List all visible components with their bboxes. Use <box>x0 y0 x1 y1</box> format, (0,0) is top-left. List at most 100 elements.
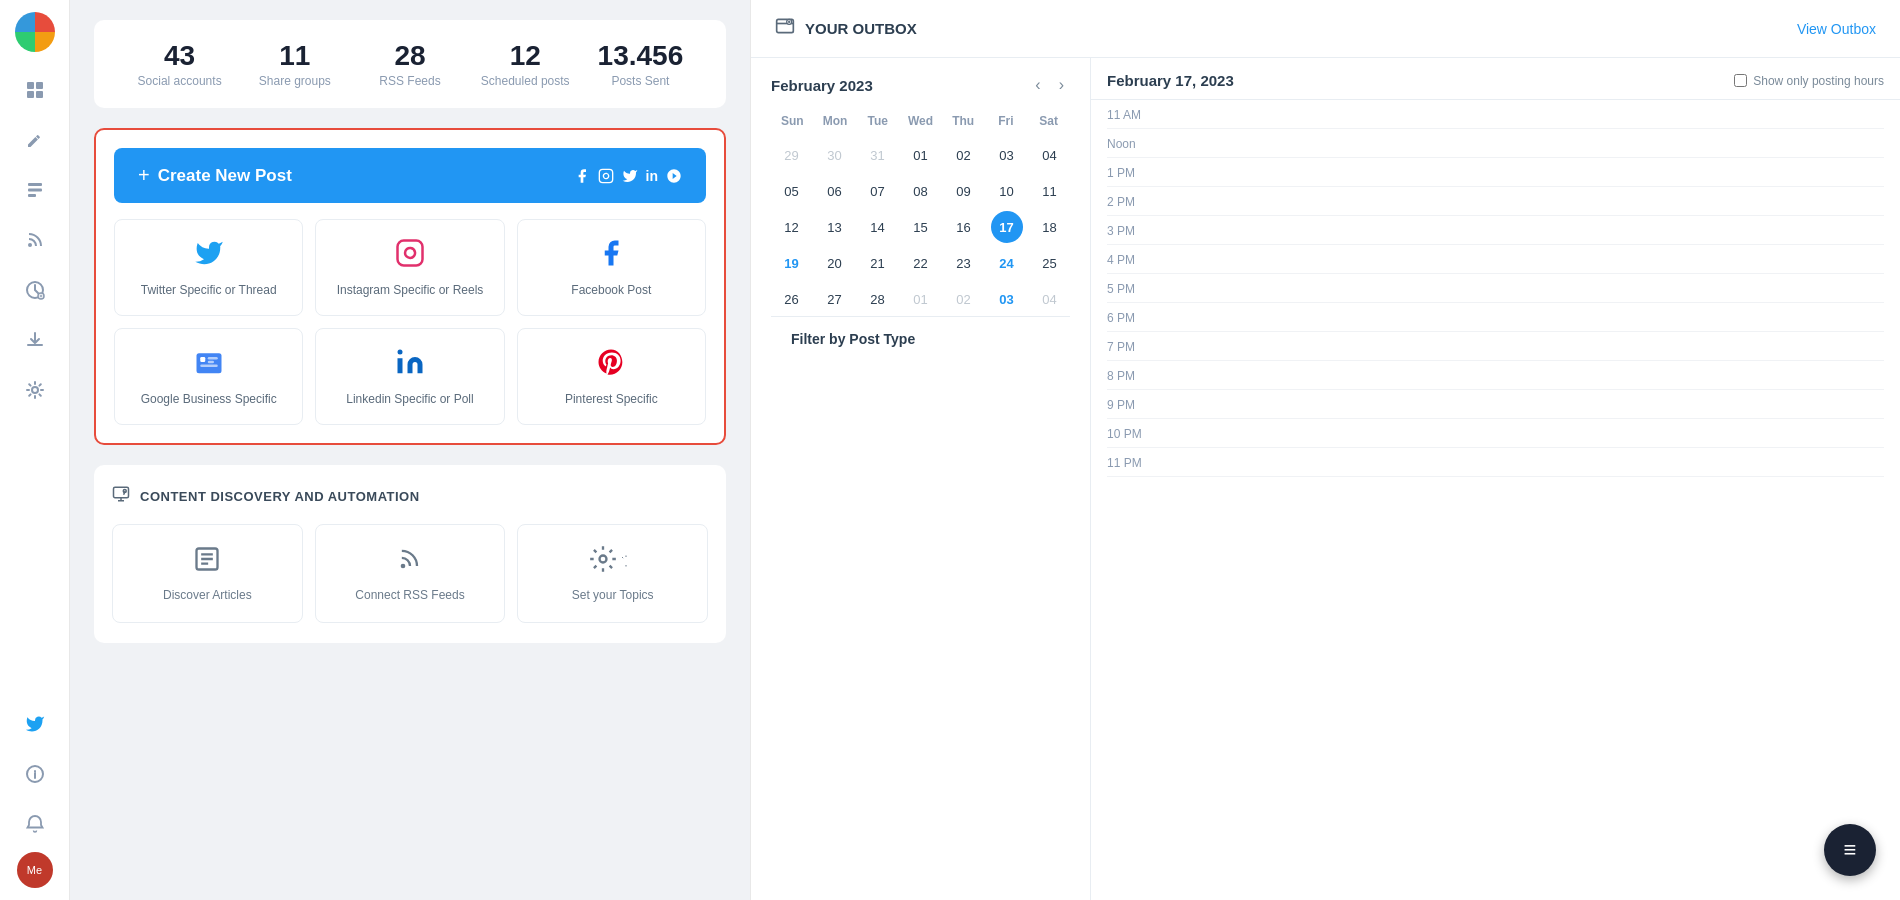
sidebar-item-download[interactable] <box>13 318 57 362</box>
time-slot-label: 1 PM <box>1107 164 1157 180</box>
calendar-day[interactable]: 26 <box>776 283 808 315</box>
posting-hours-checkbox[interactable] <box>1734 74 1747 87</box>
sidebar-item-schedule[interactable] <box>13 268 57 312</box>
post-type-twitter[interactable]: Twitter Specific or Thread <box>114 219 303 316</box>
calendar-day[interactable]: 02 <box>948 283 980 315</box>
calendar-prev-button[interactable]: ‹ <box>1029 74 1046 96</box>
time-slot-label: 2 PM <box>1107 193 1157 209</box>
calendar-day[interactable]: 11 <box>1034 175 1066 207</box>
calendar-day[interactable]: 08 <box>905 175 937 207</box>
time-panel-date: February 17, 2023 <box>1107 72 1234 89</box>
create-post-label: Create New Post <box>158 166 292 186</box>
day-header-sat: Sat <box>1027 110 1070 132</box>
calendar-day[interactable]: 13 <box>819 211 851 243</box>
post-type-google[interactable]: Google Business Specific <box>114 328 303 425</box>
calendar-day[interactable]: 04 <box>1034 139 1066 171</box>
time-slot: 8 PM <box>1107 361 1884 390</box>
post-type-pinterest[interactable]: Pinterest Specific <box>517 328 706 425</box>
sidebar-item-info[interactable] <box>13 752 57 796</box>
sidebar-item-settings[interactable] <box>13 368 57 412</box>
sidebar-item-twitter[interactable] <box>13 702 57 746</box>
svg-rect-1 <box>36 82 43 89</box>
posting-hours-label[interactable]: Show only posting hours <box>1753 74 1884 88</box>
calendar-day[interactable]: 05 <box>776 175 808 207</box>
calendar-day[interactable]: 25 <box>1034 247 1066 279</box>
calendar-day[interactable]: 27 <box>819 283 851 315</box>
calendar-day[interactable]: 09 <box>948 175 980 207</box>
time-slot: Noon <box>1107 129 1884 158</box>
time-slot-label: 11 PM <box>1107 454 1157 470</box>
sidebar-item-posts[interactable] <box>13 168 57 212</box>
stat-share-groups-label: Share groups <box>237 74 352 88</box>
discovery-item-topics[interactable]: Set your Topics <box>517 524 708 623</box>
calendar-day[interactable]: 04 <box>1034 283 1066 315</box>
sidebar-item-compose[interactable] <box>13 118 57 162</box>
discovery-item-rss[interactable]: Connect RSS Feeds <box>315 524 506 623</box>
calendar-next-button[interactable]: › <box>1053 74 1070 96</box>
calendar-day[interactable]: 01 <box>905 139 937 171</box>
calendar-days: 29 30 31 01 02 03 04 05 06 07 08 09 10 11 12 13 14 15 16 17… <box>771 138 1070 316</box>
stat-share-groups-number: 11 <box>237 40 352 72</box>
post-type-facebook[interactable]: Facebook Post <box>517 219 706 316</box>
post-type-google-label: Google Business Specific <box>141 392 277 406</box>
content-discovery-card: CONTENT DISCOVERY AND AUTOMATION Discove… <box>94 465 726 643</box>
calendar-day[interactable]: 16 <box>948 211 980 243</box>
app-logo[interactable] <box>15 12 55 52</box>
day-header-tue: Tue <box>856 110 899 132</box>
calendar-day[interactable]: 06 <box>819 175 851 207</box>
calendar-day[interactable]: 03 <box>991 283 1023 315</box>
calendar-day[interactable]: 28 <box>862 283 894 315</box>
calendar-day[interactable]: 03 <box>991 139 1023 171</box>
svg-rect-5 <box>28 189 42 192</box>
instagram-icon <box>395 238 425 275</box>
time-slot: 3 PM <box>1107 216 1884 245</box>
fab-button[interactable]: ≡ <box>1824 824 1876 876</box>
calendar-day[interactable]: 22 <box>905 247 937 279</box>
stat-scheduled-posts: 12 Scheduled posts <box>468 40 583 88</box>
calendar-day[interactable]: 17 <box>991 211 1023 243</box>
calendar-day[interactable]: 19 <box>776 247 808 279</box>
day-header-sun: Sun <box>771 110 814 132</box>
calendar-day[interactable]: 21 <box>862 247 894 279</box>
sidebar-item-bell[interactable] <box>13 802 57 846</box>
calendar-day[interactable]: 29 <box>776 139 808 171</box>
calendar-day[interactable]: 02 <box>948 139 980 171</box>
calendar-day[interactable]: 23 <box>948 247 980 279</box>
show-posting-hours-toggle: Show only posting hours <box>1734 74 1884 88</box>
post-type-linkedin[interactable]: Linkedin Specific or Poll <box>315 328 504 425</box>
calendar-day[interactable]: 18 <box>1034 211 1066 243</box>
svg-point-26 <box>600 556 607 563</box>
calendar-day[interactable]: 30 <box>819 139 851 171</box>
time-slot-label: 11 AM <box>1107 106 1157 122</box>
svg-rect-19 <box>207 357 217 360</box>
time-slot-label: 3 PM <box>1107 222 1157 238</box>
create-new-post-button[interactable]: + Create New Post in <box>114 148 706 203</box>
calendar-day[interactable]: 20 <box>819 247 851 279</box>
time-slot: 1 PM <box>1107 158 1884 187</box>
calendar-day[interactable]: 24 <box>991 247 1023 279</box>
sidebar-item-rss[interactable] <box>13 218 57 262</box>
connect-rss-icon <box>396 545 424 580</box>
time-slot-label: 4 PM <box>1107 251 1157 267</box>
calendar-day[interactable]: 10 <box>991 175 1023 207</box>
time-slot-label: Noon <box>1107 135 1157 151</box>
post-type-instagram[interactable]: Instagram Specific or Reels <box>315 219 504 316</box>
svg-point-25 <box>401 564 406 569</box>
time-slot: 10 PM <box>1107 419 1884 448</box>
calendar-day[interactable]: 07 <box>862 175 894 207</box>
calendar-day[interactable]: 01 <box>905 283 937 315</box>
time-slot: 4 PM <box>1107 245 1884 274</box>
calendar-day[interactable]: 15 <box>905 211 937 243</box>
view-outbox-link[interactable]: View Outbox <box>1797 21 1876 37</box>
calendar-day-headers: Sun Mon Tue Wed Thu Fri Sat <box>771 110 1070 132</box>
calendar-day[interactable]: 12 <box>776 211 808 243</box>
calendar-day[interactable]: 14 <box>862 211 894 243</box>
time-slot: 11 AM <box>1107 100 1884 129</box>
content-discovery-icon <box>112 485 130 508</box>
calendar-day[interactable]: 31 <box>862 139 894 171</box>
stat-posts-sent: 13.456 Posts Sent <box>583 40 698 88</box>
sidebar-item-dashboard[interactable] <box>13 68 57 112</box>
discovery-item-articles[interactable]: Discover Articles <box>112 524 303 623</box>
user-avatar[interactable]: Me <box>17 852 53 888</box>
content-discovery-title: CONTENT DISCOVERY AND AUTOMATION <box>112 485 708 508</box>
